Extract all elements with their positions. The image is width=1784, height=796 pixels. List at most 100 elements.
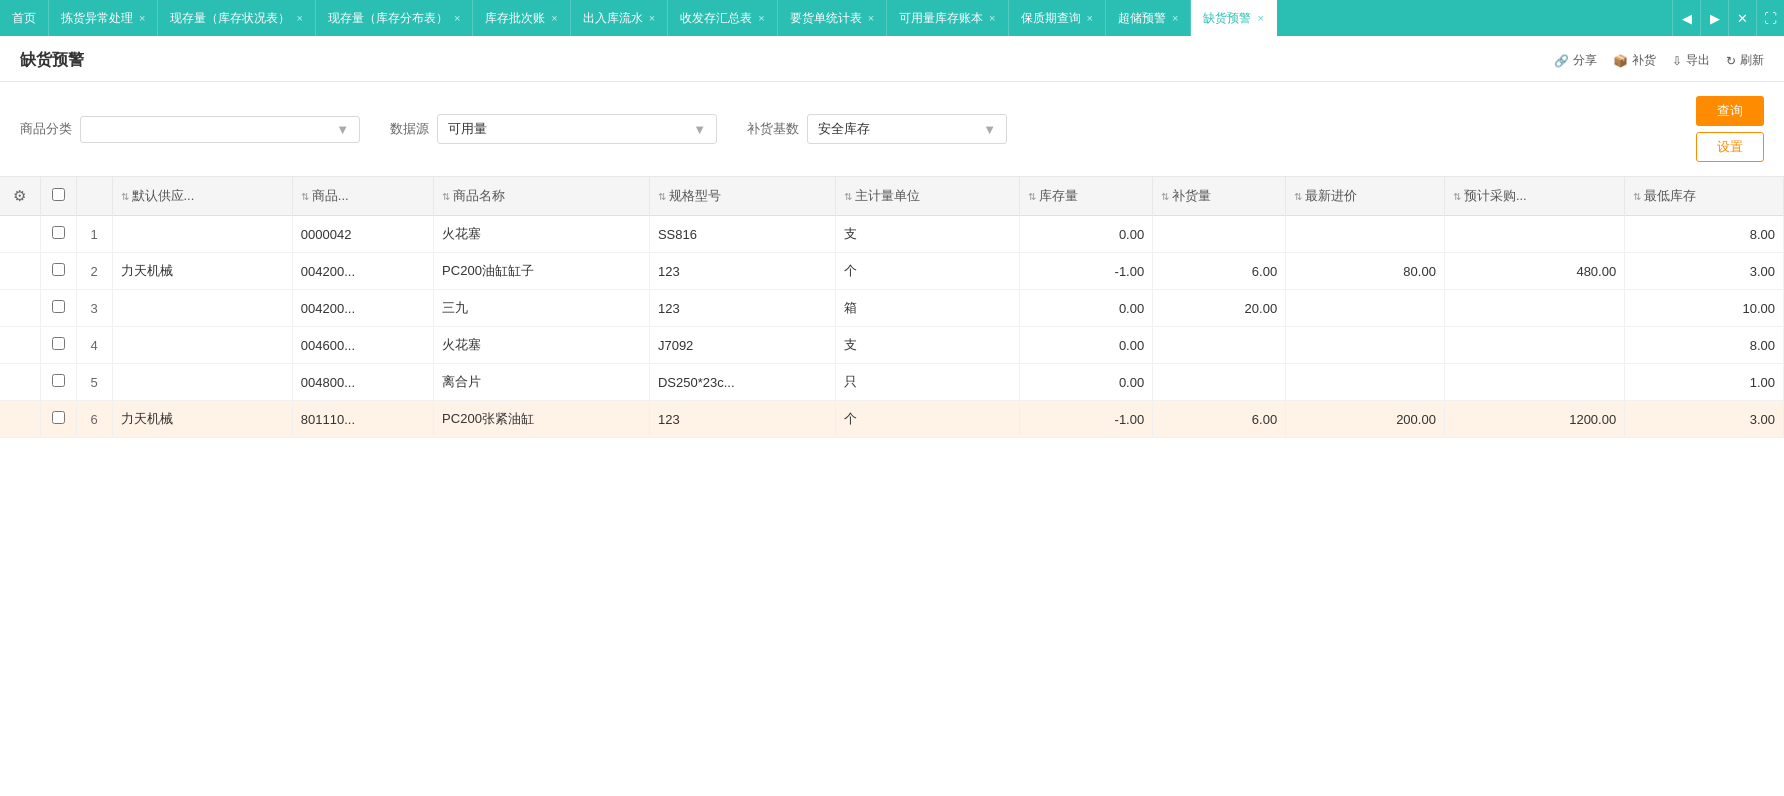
tab-close-可用量库存账本[interactable]: ×: [989, 12, 995, 24]
col-stock[interactable]: ⇅库存量: [1020, 177, 1153, 216]
table-row[interactable]: 10000042火花塞SS816支0.008.00: [0, 216, 1784, 253]
tab-close-出入库流水[interactable]: ×: [649, 12, 655, 24]
datasource-filter-group: 数据源 可用量 ▼: [390, 114, 717, 144]
tab-超储预警[interactable]: 超储预警 ×: [1106, 0, 1191, 36]
tab-next-button[interactable]: ▶: [1700, 0, 1728, 36]
row-replenish-qty: 6.00: [1153, 253, 1286, 290]
tab-出入库流水[interactable]: 出入库流水 ×: [571, 0, 668, 36]
row-replenish-qty: 20.00: [1153, 290, 1286, 327]
datasource-select-value: 可用量: [448, 120, 487, 138]
tab-库存批次账[interactable]: 库存批次账 ×: [473, 0, 570, 36]
tab-close-all-button[interactable]: ✕: [1728, 0, 1756, 36]
tab-拣货异常处理[interactable]: 拣货异常处理 ×: [49, 0, 158, 36]
row-replenish-qty: [1153, 364, 1286, 401]
row-est-purchase: [1444, 327, 1624, 364]
table-row[interactable]: 5004800...离合片DS250*23c...只0.001.00: [0, 364, 1784, 401]
table-row[interactable]: 6力天机械801110...PC200张紧油缸123个-1.006.00200.…: [0, 401, 1784, 438]
row-min-stock: 1.00: [1625, 364, 1784, 401]
row-product-name: PC200油缸缸子: [434, 253, 650, 290]
row-latest-price: [1286, 327, 1445, 364]
tab-close-保质期查询[interactable]: ×: [1087, 12, 1093, 24]
category-select[interactable]: ▼: [80, 116, 360, 143]
row-stock: 0.00: [1020, 327, 1153, 364]
sort-icon-spec: ⇅: [658, 191, 666, 202]
datasource-select[interactable]: 可用量 ▼: [437, 114, 717, 144]
row-unit: 支: [835, 216, 1020, 253]
export-button[interactable]: ⇩ 导出: [1672, 52, 1710, 69]
tab-缺货预警[interactable]: 缺货预警 ×: [1191, 0, 1276, 36]
tab-close-现存量库存分布表[interactable]: ×: [454, 12, 460, 24]
tab-close-缺货预警[interactable]: ×: [1257, 12, 1263, 24]
data-table: ⚙ ⇅默认供应... ⇅商品... ⇅商品名称: [0, 177, 1784, 438]
replenish-button[interactable]: 📦 补货: [1613, 52, 1656, 69]
tab-现存量库存分布表[interactable]: 现存量（库存分布表） ×: [316, 0, 473, 36]
row-spec: 123: [649, 253, 835, 290]
tab-close-要货单统计表[interactable]: ×: [868, 12, 874, 24]
row-replenish-qty: [1153, 327, 1286, 364]
replenish-base-filter-label: 补货基数: [747, 120, 799, 138]
tab-可用量库存账本[interactable]: 可用量库存账本 ×: [887, 0, 1008, 36]
col-product-name[interactable]: ⇅商品名称: [434, 177, 650, 216]
row-checkbox[interactable]: [40, 364, 76, 401]
row-product-code: 004200...: [292, 290, 433, 327]
col-est-purchase[interactable]: ⇅预计采购...: [1444, 177, 1624, 216]
col-latest-price[interactable]: ⇅最新进价: [1286, 177, 1445, 216]
tab-prev-button[interactable]: ◀: [1672, 0, 1700, 36]
tab-close-库存批次账[interactable]: ×: [551, 12, 557, 24]
replenish-base-select[interactable]: 安全库存 ▼: [807, 114, 1007, 144]
sort-icon-name: ⇅: [442, 191, 450, 202]
col-checkbox[interactable]: [40, 177, 76, 216]
col-min-stock[interactable]: ⇅最低库存: [1625, 177, 1784, 216]
row-product-name: 三九: [434, 290, 650, 327]
col-default-supplier[interactable]: ⇅默认供应...: [112, 177, 292, 216]
query-button[interactable]: 查询: [1696, 96, 1764, 126]
row-stock: -1.00: [1020, 401, 1153, 438]
table-row[interactable]: 2力天机械004200...PC200油缸缸子123个-1.006.0080.0…: [0, 253, 1784, 290]
tab-fullscreen-button[interactable]: ⛶: [1756, 0, 1784, 36]
tab-现存量库存状况表[interactable]: 现存量（库存状况表） ×: [158, 0, 315, 36]
tab-close-现存量库存状况表[interactable]: ×: [296, 12, 302, 24]
tab-bar: 首页 拣货异常处理 × 现存量（库存状况表） × 现存量（库存分布表） × 库存…: [0, 0, 1784, 36]
settings-col-icon[interactable]: ⚙: [13, 187, 26, 204]
table-container: ⚙ ⇅默认供应... ⇅商品... ⇅商品名称: [0, 177, 1784, 438]
row-checkbox[interactable]: [40, 401, 76, 438]
table-row[interactable]: 3004200...三九123箱0.0020.0010.00: [0, 290, 1784, 327]
select-all-checkbox[interactable]: [52, 188, 65, 201]
tab-首页[interactable]: 首页: [0, 0, 49, 36]
filter-actions: 查询 设置: [1696, 96, 1764, 162]
category-select-arrow: ▼: [336, 122, 349, 137]
sort-icon-code: ⇅: [301, 191, 309, 202]
row-checkbox[interactable]: [40, 327, 76, 364]
col-replenish-qty[interactable]: ⇅补货量: [1153, 177, 1286, 216]
row-num: 1: [76, 216, 112, 253]
row-latest-price: 80.00: [1286, 253, 1445, 290]
row-unit: 个: [835, 401, 1020, 438]
row-checkbox[interactable]: [40, 290, 76, 327]
row-unit: 支: [835, 327, 1020, 364]
settings-button[interactable]: 设置: [1696, 132, 1764, 162]
col-product-code[interactable]: ⇅商品...: [292, 177, 433, 216]
row-stock: -1.00: [1020, 253, 1153, 290]
sort-icon-supplier: ⇅: [121, 191, 129, 202]
tab-收发存汇总表[interactable]: 收发存汇总表 ×: [668, 0, 777, 36]
share-button[interactable]: 🔗 分享: [1554, 52, 1597, 69]
row-min-stock: 8.00: [1625, 216, 1784, 253]
tab-close-超储预警[interactable]: ×: [1172, 12, 1178, 24]
row-est-purchase: 1200.00: [1444, 401, 1624, 438]
tab-要货单统计表[interactable]: 要货单统计表 ×: [778, 0, 887, 36]
row-checkbox[interactable]: [40, 216, 76, 253]
row-settings: [0, 364, 40, 401]
col-settings[interactable]: ⚙: [0, 177, 40, 216]
refresh-icon: ↻: [1726, 54, 1736, 68]
row-settings: [0, 290, 40, 327]
col-spec[interactable]: ⇅规格型号: [649, 177, 835, 216]
tab-close-收发存汇总表[interactable]: ×: [758, 12, 764, 24]
row-checkbox[interactable]: [40, 253, 76, 290]
col-unit[interactable]: ⇅主计量单位: [835, 177, 1020, 216]
tab-close-拣货异常处理[interactable]: ×: [139, 12, 145, 24]
refresh-button[interactable]: ↻ 刷新: [1726, 52, 1764, 69]
row-supplier: 力天机械: [112, 253, 292, 290]
row-latest-price: [1286, 216, 1445, 253]
tab-保质期查询[interactable]: 保质期查询 ×: [1009, 0, 1106, 36]
table-row[interactable]: 4004600...火花塞J7092支0.008.00: [0, 327, 1784, 364]
